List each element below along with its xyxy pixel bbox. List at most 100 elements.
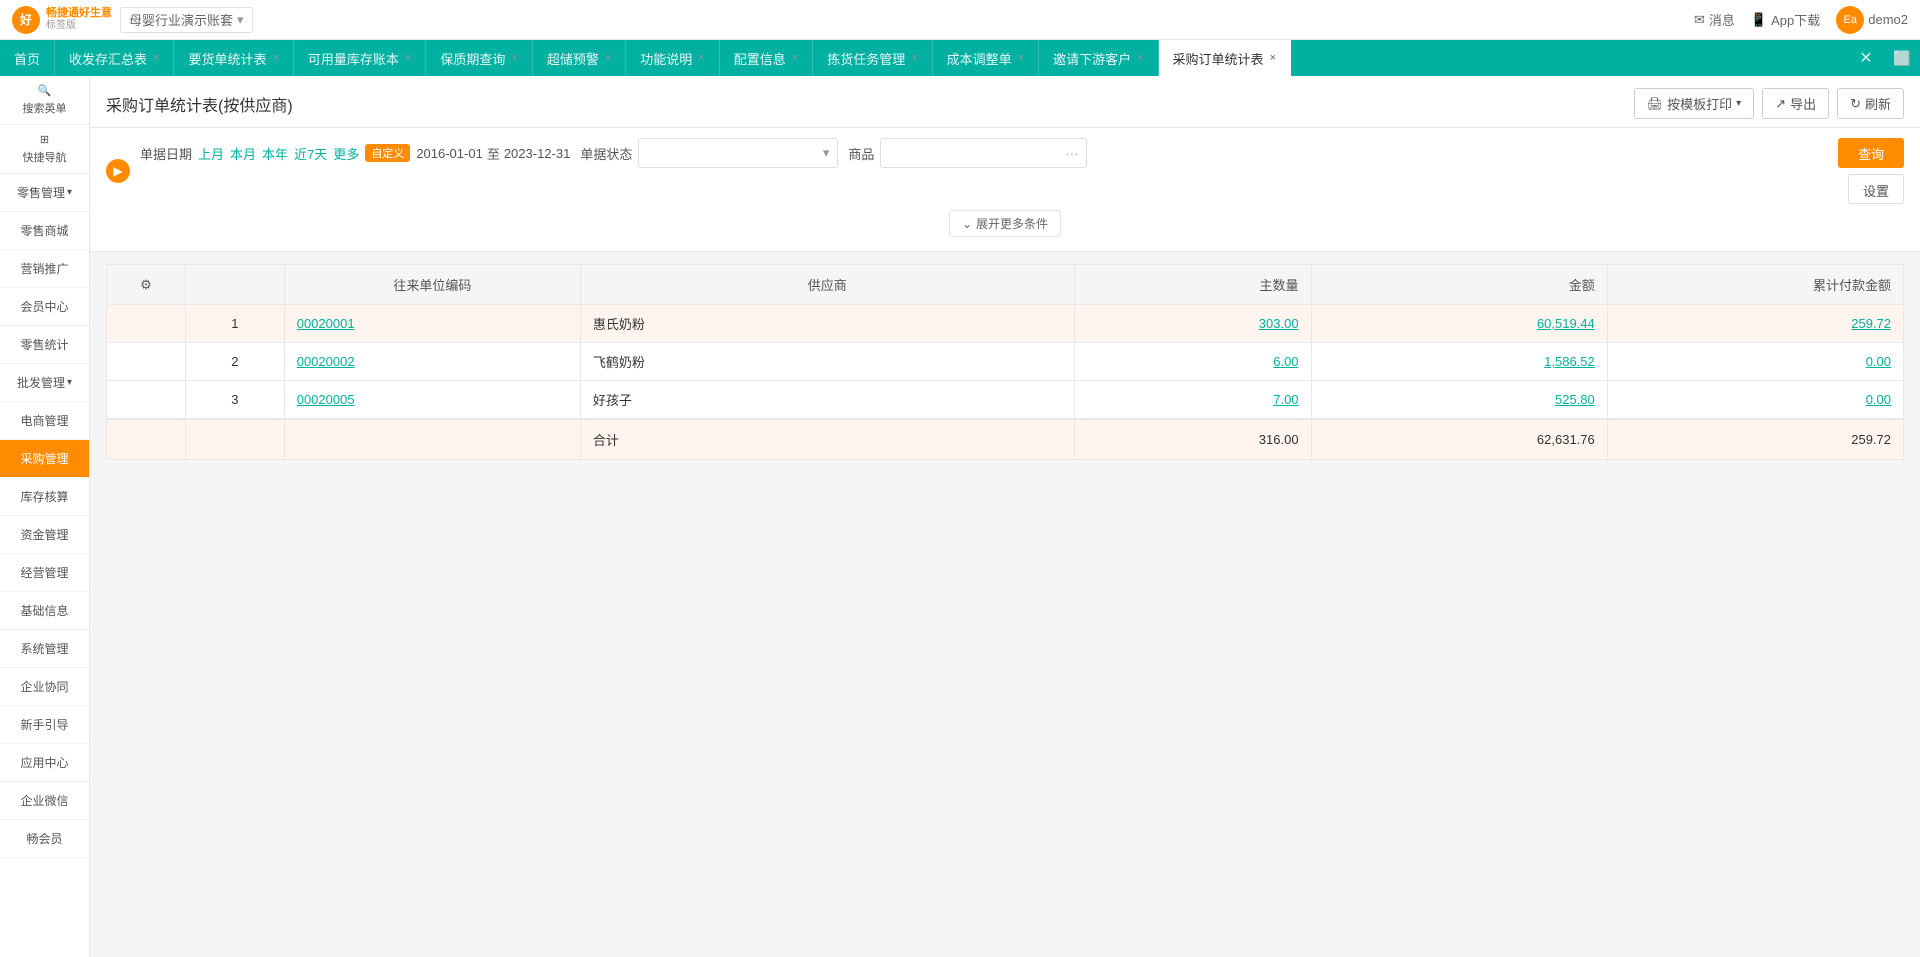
nav-tab[interactable]: 超储预警 × [533, 40, 626, 76]
sidebar-item-经营管理[interactable]: 经营管理 [0, 554, 89, 592]
nav-tab[interactable]: 邀请下游客户 × [1039, 40, 1158, 76]
sidebar-item-会员中心[interactable]: 会员中心 [0, 288, 89, 326]
collapse-toggle[interactable]: ▶ [106, 159, 130, 183]
page-title: 采购订单统计表(按供应商) [106, 92, 293, 116]
nav-tab[interactable]: 首页 [0, 40, 55, 76]
nav-tab-close[interactable]: × [792, 52, 798, 64]
nav-tab[interactable]: 收发存汇总表 × [55, 40, 174, 76]
search-button[interactable]: 查询 [1838, 138, 1904, 168]
sidebar-expand-arrow: ▾ [67, 187, 72, 198]
goods-input[interactable] [889, 146, 1065, 161]
nav-tab[interactable]: 要货单统计表 × [174, 40, 293, 76]
row-amount-link[interactable]: 60,519.44 [1537, 316, 1595, 331]
refresh-button[interactable]: ↻ 刷新 [1837, 88, 1904, 119]
shortcut-more[interactable]: 更多 [333, 144, 359, 163]
mobile-icon: 📱 [1751, 12, 1767, 28]
nav-tab-close[interactable]: × [1018, 52, 1024, 64]
sidebar-item-营销推广[interactable]: 营销推广 [0, 250, 89, 288]
sidebar-item-新手引导[interactable]: 新手引导 [0, 706, 89, 744]
sidebar-item-系统管理[interactable]: 系统管理 [0, 630, 89, 668]
sidebar-item-基础信息[interactable]: 基础信息 [0, 592, 89, 630]
sidebar-item-库存核算[interactable]: 库存核算 [0, 478, 89, 516]
sidebar-item-quick[interactable]: ⊞ 快捷导航 [0, 125, 89, 174]
row-amount[interactable]: 1,586.52 [1311, 343, 1607, 381]
shortcut-7days[interactable]: 近7天 [294, 144, 327, 163]
nav-tab[interactable]: 功能说明 × [626, 40, 719, 76]
summary-paid: 259.72 [1607, 419, 1903, 460]
nav-maximize-button[interactable]: ⬜ [1884, 40, 1920, 76]
row-amount-link[interactable]: 1,586.52 [1544, 354, 1595, 369]
row-amount[interactable]: 525.80 [1311, 381, 1607, 420]
nav-tab-label: 拣货任务管理 [827, 49, 905, 68]
row-paid-link[interactable]: 259.72 [1851, 316, 1891, 331]
row-paid-link[interactable]: 0.00 [1866, 354, 1891, 369]
sidebar-item-零售管理[interactable]: 零售管理 ▾ [0, 174, 89, 212]
sidebar-item-采购管理[interactable]: 采购管理 [0, 440, 89, 478]
nav-tab[interactable]: 保质期查询 × [426, 40, 532, 76]
sidebar-item-畅会员[interactable]: 畅会员 [0, 820, 89, 858]
row-qty[interactable]: 303.00 [1074, 305, 1311, 343]
row-code-link[interactable]: 00020005 [297, 392, 355, 407]
shortcut-this-year[interactable]: 本年 [262, 144, 288, 163]
expand-button[interactable]: ⌄ 展开更多条件 [949, 210, 1061, 237]
sidebar-item-企业协同[interactable]: 企业协同 [0, 668, 89, 706]
row-qty-link[interactable]: 6.00 [1273, 354, 1298, 369]
export-button[interactable]: ↗ 导出 [1762, 88, 1829, 119]
sidebar-item-企业微信[interactable]: 企业微信 [0, 782, 89, 820]
sidebar-item-label: 库存核算 [20, 488, 68, 505]
row-code[interactable]: 00020005 [284, 381, 580, 420]
sidebar-item-资金管理[interactable]: 资金管理 [0, 516, 89, 554]
nav-tab[interactable]: 成本调整单 × [933, 40, 1039, 76]
workspace-selector[interactable]: 母婴行业演示账套 ▾ [120, 7, 253, 33]
row-qty-link[interactable]: 303.00 [1259, 316, 1299, 331]
row-code[interactable]: 00020001 [284, 305, 580, 343]
nav-close-button[interactable]: ✕ [1848, 40, 1884, 76]
row-code-link[interactable]: 00020002 [297, 354, 355, 369]
filter-settings-button[interactable]: 设置 [1848, 174, 1904, 204]
nav-tab-close[interactable]: × [911, 52, 917, 64]
user-area[interactable]: Ea demo2 [1836, 6, 1908, 34]
nav-tab-close[interactable]: × [272, 52, 278, 64]
nav-tab[interactable]: 拣货任务管理 × [813, 40, 932, 76]
nav-tab[interactable]: 可用量库存账本 × [294, 40, 426, 76]
message-btn[interactable]: ✉ 消息 [1694, 10, 1735, 29]
row-amount-link[interactable]: 525.80 [1555, 392, 1595, 407]
nav-tab-close[interactable]: × [1270, 52, 1276, 64]
sidebar-item-电商管理[interactable]: 电商管理 [0, 402, 89, 440]
nav-tab-close[interactable]: × [698, 52, 704, 64]
row-code-link[interactable]: 00020001 [297, 316, 355, 331]
app-download-btn[interactable]: 📱 App下载 [1751, 10, 1820, 29]
nav-tab-close[interactable]: × [405, 52, 411, 64]
sidebar-item-零售统计[interactable]: 零售统计 [0, 326, 89, 364]
table-row[interactable]: 300020005好孩子7.00525.800.00 [107, 381, 1904, 420]
row-qty[interactable]: 6.00 [1074, 343, 1311, 381]
nav-tab-close[interactable]: × [605, 52, 611, 64]
sidebar-item-search[interactable]: 🔍 搜索英单 [0, 76, 89, 125]
row-gear [107, 305, 186, 343]
row-qty[interactable]: 7.00 [1074, 381, 1311, 420]
content-area: 采购订单统计表(按供应商) 🖨 按模板打印 ▾ ↗ 导出 ↻ 刷新 [90, 76, 1920, 957]
sidebar-item-批发管理[interactable]: 批发管理 ▾ [0, 364, 89, 402]
shortcut-last-month[interactable]: 上月 [198, 144, 224, 163]
sidebar-item-零售商城[interactable]: 零售商城 [0, 212, 89, 250]
row-paid[interactable]: 0.00 [1607, 381, 1903, 420]
row-amount[interactable]: 60,519.44 [1311, 305, 1607, 343]
goods-more-icon[interactable]: ··· [1065, 146, 1078, 161]
nav-tab-close[interactable]: × [1137, 52, 1143, 64]
nav-tab[interactable]: 采购订单统计表 × [1159, 40, 1291, 76]
table-row[interactable]: 100020001惠氏奶粉303.0060,519.44259.72 [107, 305, 1904, 343]
table-row[interactable]: 200020002飞鹤奶粉6.001,586.520.00 [107, 343, 1904, 381]
row-paid[interactable]: 0.00 [1607, 343, 1903, 381]
row-code[interactable]: 00020002 [284, 343, 580, 381]
shortcut-this-month[interactable]: 本月 [230, 144, 256, 163]
row-paid-link[interactable]: 0.00 [1866, 392, 1891, 407]
sidebar-items: 零售管理 ▾零售商城营销推广会员中心零售统计批发管理 ▾电商管理采购管理库存核算… [0, 174, 89, 858]
row-paid[interactable]: 259.72 [1607, 305, 1903, 343]
nav-tab-close[interactable]: × [153, 52, 159, 64]
sidebar-item-应用中心[interactable]: 应用中心 [0, 744, 89, 782]
status-select[interactable]: ▾ [638, 138, 838, 168]
nav-tab[interactable]: 配置信息 × [720, 40, 813, 76]
row-qty-link[interactable]: 7.00 [1273, 392, 1298, 407]
template-print-button[interactable]: 🖨 按模板打印 ▾ [1634, 88, 1755, 119]
nav-tab-close[interactable]: × [511, 52, 517, 64]
